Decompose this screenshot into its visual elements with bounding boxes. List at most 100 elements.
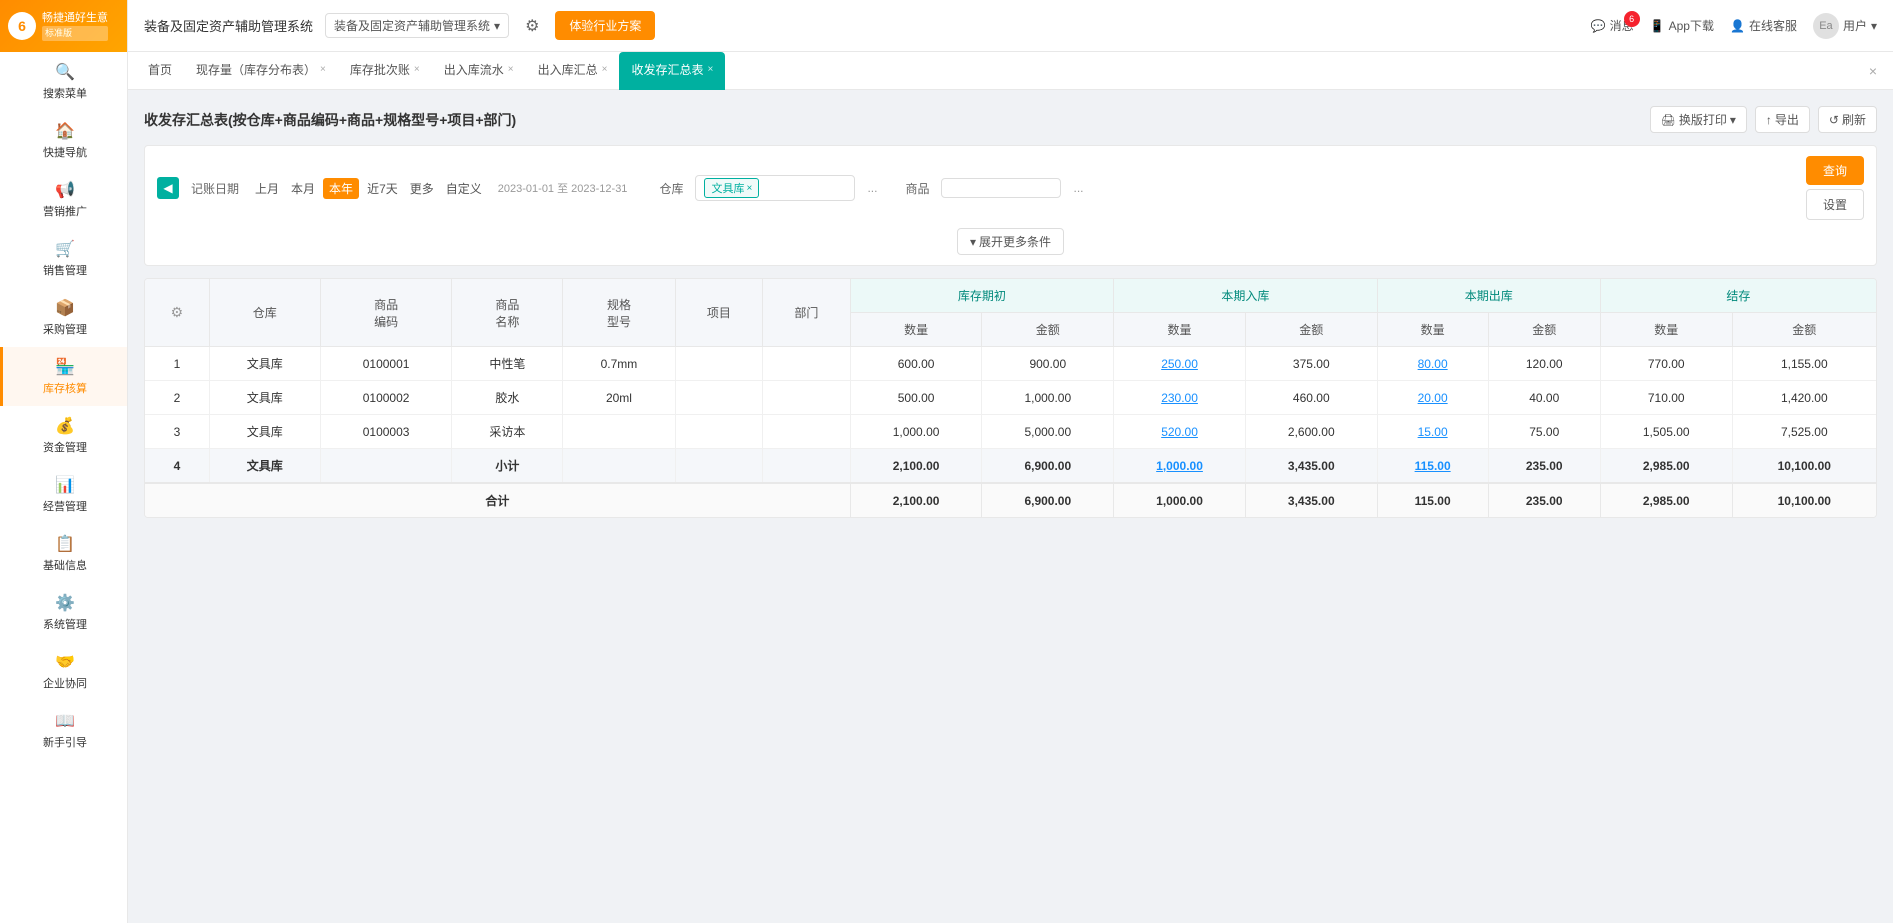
tab-home[interactable]: 首页 bbox=[136, 52, 184, 90]
column-settings-icon[interactable]: ⚙ bbox=[171, 304, 184, 320]
print-button[interactable]: 🖨 换版打印 ▾ bbox=[1650, 106, 1747, 133]
purchase-icon: 📦 bbox=[55, 298, 75, 318]
filter-actions: 查询 设置 bbox=[1806, 156, 1864, 220]
logo-text: 畅捷通好生意 标准版 bbox=[42, 11, 108, 41]
cell-out-qty[interactable]: 15.00 bbox=[1377, 415, 1488, 449]
warehouse-input[interactable]: 文具库 × bbox=[695, 175, 855, 201]
sidebar-item-base-info[interactable]: 📋 基础信息 bbox=[0, 524, 127, 583]
th-settings[interactable]: ⚙ bbox=[145, 279, 209, 347]
system-selector[interactable]: 装备及固定资产辅助管理系统 ▾ bbox=[325, 13, 509, 38]
tab-close-inventory-dist[interactable]: × bbox=[320, 65, 326, 75]
goods-ellipsis[interactable]: ... bbox=[1073, 181, 1083, 195]
sidebar-logo: 6 畅捷通好生意 标准版 bbox=[0, 0, 127, 52]
page-header: 收发存汇总表(按仓库+商品编码+商品+规格型号+项目+部门) 🖨 换版打印 ▾ … bbox=[144, 106, 1877, 133]
tab-inventory-dist[interactable]: 现存量（库存分布表） × bbox=[184, 52, 338, 90]
cell-out-qty[interactable]: 20.00 bbox=[1377, 381, 1488, 415]
cell-out-qty[interactable]: 115.00 bbox=[1377, 449, 1488, 484]
cell-goods-spec: 0.7mm bbox=[563, 347, 675, 381]
chevron-down-icon: ▾ bbox=[1871, 19, 1877, 33]
cell-goods-spec: 20ml bbox=[563, 381, 675, 415]
goods-input[interactable] bbox=[941, 178, 1061, 198]
sidebar-item-enterprise[interactable]: 🤝 企业协同 bbox=[0, 642, 127, 701]
tab-stock-flow[interactable]: 出入库流水 × bbox=[432, 52, 526, 90]
cell-out-qty[interactable]: 80.00 bbox=[1377, 347, 1488, 381]
date-btn-7days[interactable]: 近7天 bbox=[363, 178, 402, 199]
data-table: ⚙ 仓库 商品编码 商品名称 规格型号 项目 部门 库存期初 本期入库 本期出库… bbox=[145, 279, 1876, 517]
sidebar-item-finance[interactable]: 💰 资金管理 bbox=[0, 406, 127, 465]
expand-icon: ▾ bbox=[970, 235, 976, 249]
refresh-button[interactable]: ↺ 刷新 bbox=[1818, 106, 1877, 133]
date-btn-custom[interactable]: 自定义 bbox=[442, 178, 486, 199]
home-icon: 🏠 bbox=[55, 121, 75, 141]
sidebar-item-marketing[interactable]: 📢 营销推广 bbox=[0, 170, 127, 229]
cell-opening-amount: 900.00 bbox=[982, 347, 1114, 381]
service-icon: 👤 bbox=[1730, 19, 1745, 33]
footer-out-qty: 115.00 bbox=[1377, 483, 1488, 517]
tab-close-recv-send-summary[interactable]: × bbox=[707, 65, 713, 75]
sidebar-item-system[interactable]: ⚙️ 系统管理 bbox=[0, 583, 127, 642]
footer-opening-qty: 2,100.00 bbox=[850, 483, 982, 517]
footer-label: 合计 bbox=[145, 483, 850, 517]
export-button[interactable]: ↑ 导出 bbox=[1755, 106, 1810, 133]
cell-in-qty[interactable]: 1,000.00 bbox=[1114, 449, 1246, 484]
cell-goods-spec bbox=[563, 449, 675, 484]
th-goods-spec: 规格型号 bbox=[563, 279, 675, 347]
sidebar-item-quick-nav[interactable]: 🏠 快捷导航 bbox=[0, 111, 127, 170]
cell-in-qty[interactable]: 520.00 bbox=[1114, 415, 1246, 449]
trial-button[interactable]: 体验行业方案 bbox=[555, 11, 655, 40]
cell-in-qty[interactable]: 250.00 bbox=[1114, 347, 1246, 381]
print-icon: 🖨 bbox=[1661, 113, 1676, 127]
cell-in-amount: 460.00 bbox=[1245, 381, 1377, 415]
user-menu[interactable]: Ea 用户 ▾ bbox=[1813, 13, 1877, 39]
th-out-qty: 数量 bbox=[1377, 313, 1488, 347]
warehouse-ellipsis[interactable]: ... bbox=[867, 181, 877, 195]
tab-stock-summary[interactable]: 出入库汇总 × bbox=[526, 52, 620, 90]
tab-close-stock-summary[interactable]: × bbox=[602, 65, 608, 75]
messages-button[interactable]: 💬 消息 6 bbox=[1591, 17, 1634, 34]
date-btn-more[interactable]: 更多 bbox=[406, 178, 438, 199]
tab-close-all[interactable]: × bbox=[1861, 59, 1885, 83]
table-row: 3文具库0100003采访本1,000.005,000.00520.002,60… bbox=[145, 415, 1876, 449]
cell-goods-code: 0100003 bbox=[320, 415, 452, 449]
footer-in-amount: 3,435.00 bbox=[1245, 483, 1377, 517]
warehouse-tag-close[interactable]: × bbox=[746, 183, 752, 194]
sidebar-item-purchase[interactable]: 📦 采购管理 bbox=[0, 288, 127, 347]
message-icon: 💬 bbox=[1591, 19, 1606, 33]
sidebar-item-search[interactable]: 🔍 搜索菜单 bbox=[0, 52, 127, 111]
settings-icon[interactable]: ⚙ bbox=[521, 12, 543, 40]
date-btn-last-month[interactable]: 上月 bbox=[251, 178, 283, 199]
date-btn-this-month[interactable]: 本月 bbox=[287, 178, 319, 199]
tab-recv-send-summary[interactable]: 收发存汇总表 × bbox=[619, 52, 725, 90]
th-in-group: 本期入库 bbox=[1114, 279, 1377, 313]
cell-opening-qty: 2,100.00 bbox=[850, 449, 982, 484]
tab-close-stock-flow[interactable]: × bbox=[508, 65, 514, 75]
tab-batch-ledger[interactable]: 库存批次账 × bbox=[338, 52, 432, 90]
cell-goods-spec bbox=[563, 415, 675, 449]
th-opening-group: 库存期初 bbox=[850, 279, 1113, 313]
cell-goods-code: 0100002 bbox=[320, 381, 452, 415]
sidebar: 6 畅捷通好生意 标准版 🔍 搜索菜单 🏠 快捷导航 📢 营销推广 🛒 销售管理… bbox=[0, 0, 128, 923]
message-badge: 6 bbox=[1624, 11, 1640, 27]
sidebar-item-sales[interactable]: 🛒 销售管理 bbox=[0, 229, 127, 288]
footer-out-amount: 235.00 bbox=[1488, 483, 1600, 517]
filter-settings-button[interactable]: 设置 bbox=[1806, 189, 1864, 220]
sidebar-item-guide[interactable]: 📖 新手引导 bbox=[0, 701, 127, 760]
sidebar-item-operations[interactable]: 📊 经营管理 bbox=[0, 465, 127, 524]
tab-close-batch-ledger[interactable]: × bbox=[414, 65, 420, 75]
page-title: 收发存汇总表(按仓库+商品编码+商品+规格型号+项目+部门) bbox=[144, 110, 516, 130]
tabbar: 首页 现存量（库存分布表） × 库存批次账 × 出入库流水 × 出入库汇总 × … bbox=[128, 52, 1893, 90]
sidebar-item-inventory[interactable]: 🏪 库存核算 bbox=[0, 347, 127, 406]
avatar: Ea bbox=[1813, 13, 1839, 39]
th-department: 部门 bbox=[763, 279, 851, 347]
app-download-button[interactable]: 📱 App下载 bbox=[1650, 17, 1714, 34]
query-button[interactable]: 查询 bbox=[1806, 156, 1864, 185]
cell-in-amount: 375.00 bbox=[1245, 347, 1377, 381]
expand-more-button[interactable]: ▾ 展开更多条件 bbox=[957, 228, 1064, 255]
enterprise-icon: 🤝 bbox=[55, 652, 75, 672]
filter-row-2: ▾ 展开更多条件 bbox=[157, 228, 1864, 255]
date-btn-this-year[interactable]: 本年 bbox=[323, 178, 359, 199]
filter-collapse-button[interactable]: ◀ bbox=[157, 177, 179, 199]
cell-in-qty[interactable]: 230.00 bbox=[1114, 381, 1246, 415]
cell-goods-name: 胶水 bbox=[452, 381, 563, 415]
online-service-button[interactable]: 👤 在线客服 bbox=[1730, 17, 1797, 34]
